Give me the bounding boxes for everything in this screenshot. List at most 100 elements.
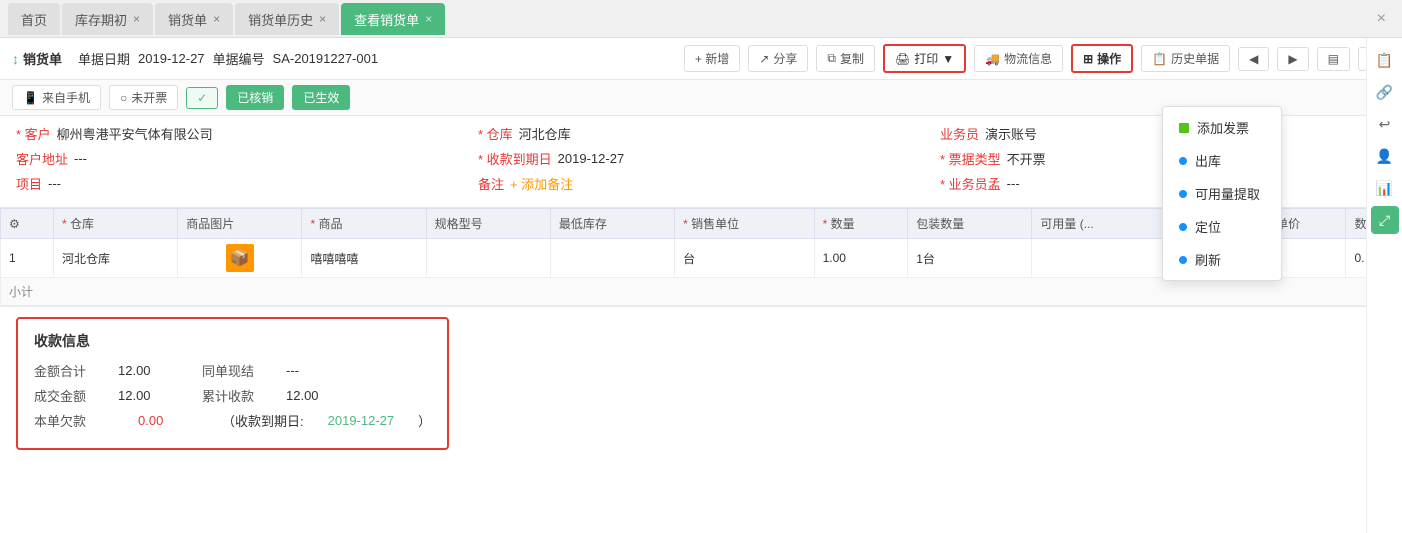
history-label: 历史单据 [1171, 50, 1219, 67]
available-qty-label: 可用量提取 [1195, 184, 1260, 203]
sold-label: 已核销 [237, 89, 273, 106]
address-label: 客户地址 [16, 149, 68, 168]
payment-info-box: 收款信息 金额合计 12.00 同单现结 --- 成交金额 12.00 累计收款… [16, 317, 449, 450]
tab-view-sales-close[interactable]: × [425, 12, 432, 26]
tab-sales-close[interactable]: × [213, 12, 220, 26]
logistics-label: 物流信息 [1004, 50, 1052, 67]
effective-button[interactable]: 已生效 [292, 85, 350, 110]
dropdown-item-available-qty[interactable]: 可用量提取 [1163, 177, 1281, 210]
window-close-button[interactable]: × [1369, 10, 1394, 28]
payment-row-3: 本单欠款 0.00 （收款到期日: 2019-12-27 ） [34, 411, 431, 430]
tab-inventory-label: 库存期初 [75, 10, 127, 29]
col-available: 可用量 (... [1032, 209, 1166, 239]
available-qty-icon [1179, 190, 1187, 198]
project-field: 项目 --- [16, 174, 462, 193]
effective-label: 已生效 [303, 89, 339, 106]
operate-dropdown: 添加发票 出库 可用量提取 定位 刷新 [1162, 106, 1282, 281]
transaction-label: 成交金额 [34, 386, 94, 405]
not-opened-button[interactable]: ○ 未开票 [109, 85, 178, 110]
payment-title: 收款信息 [34, 331, 431, 351]
logistics-icon: 🚚 [985, 52, 1000, 66]
tab-sales-label: 销货单 [168, 10, 207, 29]
warehouse-label: * 仓库 [478, 124, 513, 143]
operate-button[interactable]: ⊞ 操作 [1071, 44, 1133, 73]
dropdown-item-outbound[interactable]: 出库 [1163, 144, 1281, 177]
col-unit: * 销售单位 [675, 209, 815, 239]
check-button[interactable]: ✓ [186, 87, 218, 109]
tab-sales-history-label: 销货单历史 [248, 10, 313, 29]
share-button[interactable]: ↗ 分享 [748, 45, 808, 72]
sidebar-icon-1[interactable]: 📋 [1371, 46, 1399, 74]
cell-no: 1 [1, 239, 54, 278]
tab-sales-history[interactable]: 销货单历史 × [235, 3, 339, 35]
dropdown-item-refresh[interactable]: 刷新 [1163, 243, 1281, 276]
cell-min-stock [550, 239, 674, 278]
number-label: 单据编号 [213, 49, 265, 68]
salesperson2-label: * 业务员孟 [940, 174, 1001, 193]
operate-icon: ⊞ [1083, 52, 1093, 66]
col-pkg-qty: 包装数量 [908, 209, 1032, 239]
view1-button[interactable]: ▤ [1317, 47, 1350, 71]
copy-button[interactable]: ⧉ 复制 [816, 45, 875, 72]
dropdown-item-locate[interactable]: 定位 [1163, 210, 1281, 243]
print-button[interactable]: 🖨 打印 ▼ [883, 44, 966, 73]
ticket-type-value: 不开票 [1007, 149, 1046, 168]
history-button[interactable]: 📋 历史单据 [1141, 45, 1230, 72]
right-sidebar: 📋 🔗 ↩ 👤 📊 ⤢ [1366, 38, 1402, 533]
tab-inventory[interactable]: 库存期初 × [62, 3, 153, 35]
outbound-icon [1179, 157, 1187, 165]
sold-button[interactable]: 已核销 [226, 85, 284, 110]
history-icon: 📋 [1152, 52, 1167, 66]
new-button[interactable]: + 新增 [684, 45, 740, 72]
due-note: （收款到期日: [222, 411, 304, 430]
tab-view-sales-label: 查看销货单 [354, 10, 419, 29]
project-value: --- [48, 176, 61, 191]
note-field: 备注 + 添加备注 [478, 174, 924, 193]
refresh-icon [1179, 256, 1187, 264]
number-value: SA-20191227-001 [273, 51, 379, 66]
gear-icon: ⚙ [9, 217, 20, 231]
sidebar-icon-5[interactable]: 📊 [1371, 174, 1399, 202]
cell-available [1032, 239, 1166, 278]
print-icon: 🖨 [895, 52, 910, 66]
sidebar-icon-expand[interactable]: ⤢ [1371, 206, 1399, 234]
tab-view-sales[interactable]: 查看销货单 × [341, 3, 445, 35]
print-label: 打印 [914, 50, 938, 67]
print-dropdown-arrow: ▼ [942, 52, 954, 66]
dropdown-item-add-invoice[interactable]: 添加发票 [1163, 111, 1281, 144]
col-min-stock: 最低库存 [550, 209, 674, 239]
due-label: 本单欠款 [34, 411, 114, 430]
date-value: 2019-12-27 [138, 51, 205, 66]
project-label: 项目 [16, 174, 42, 193]
tab-sales[interactable]: 销货单 × [155, 3, 233, 35]
nav-left-button[interactable]: ◀ [1238, 47, 1269, 71]
tab-home[interactable]: 首页 [8, 3, 60, 35]
sidebar-icon-2[interactable]: 🔗 [1371, 78, 1399, 106]
check-icon: ✓ [197, 91, 207, 105]
phone-icon: 📱 [23, 91, 38, 105]
salesperson-value: 演示账号 [985, 124, 1037, 143]
tab-inventory-close[interactable]: × [133, 12, 140, 26]
doc-actions: + 新增 ↗ 分享 ⧉ 复制 🖨 打印 ▼ 🚚 物流信息 [684, 44, 1390, 73]
refresh-label: 刷新 [1195, 250, 1221, 269]
tab-sales-history-close[interactable]: × [319, 12, 326, 26]
cumulative-label: 累计收款 [202, 386, 262, 405]
due-date-label: * 收款到期日 [478, 149, 552, 168]
subtotal-row: 小计 [1, 278, 1402, 306]
sidebar-icon-3[interactable]: ↩ [1371, 110, 1399, 138]
due-date-value: 2019-12-27 [558, 151, 625, 166]
add-note-button[interactable]: + 添加备注 [510, 174, 573, 193]
due-date: 2019-12-27 [328, 413, 395, 428]
col-product: * 商品 [302, 209, 426, 239]
customer-field: * 客户 柳州粤港平安气体有限公司 [16, 124, 462, 143]
amount-label: 金额合计 [34, 361, 94, 380]
nav-right-button[interactable]: ▶ [1277, 47, 1308, 71]
logistics-button[interactable]: 🚚 物流信息 [974, 45, 1063, 72]
doc-title-text: 销货单 [23, 49, 62, 68]
from-phone-button[interactable]: 📱 来自手机 [12, 85, 101, 110]
sidebar-icon-4[interactable]: 👤 [1371, 142, 1399, 170]
customer-value: 柳州粤港平安气体有限公司 [57, 124, 213, 143]
cell-spec [426, 239, 550, 278]
transaction-value: 12.00 [118, 388, 178, 403]
warehouse-field: * 仓库 河北仓库 [478, 124, 924, 143]
